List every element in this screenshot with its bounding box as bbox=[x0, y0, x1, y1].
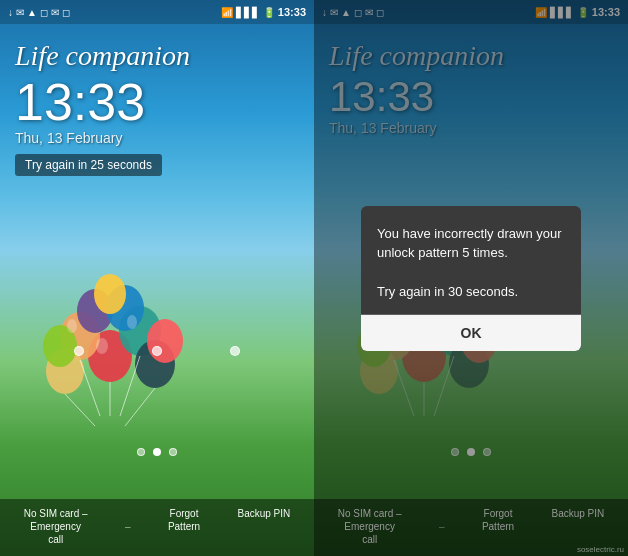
backup-pin-button[interactable]: Backup PIN bbox=[237, 507, 290, 546]
dialog-message-1: You have incorrectly drawn your unlock p… bbox=[377, 224, 565, 263]
phone-screen-2: ↓ ✉ ▲ ◻ ✉ ◻ 📶 ▋▋▋ 🔋 13:33 Life companion… bbox=[314, 0, 628, 556]
wifi-icon: 📶 bbox=[221, 7, 233, 18]
status-icons-right: 📶 ▋▋▋ 🔋 13:33 bbox=[221, 6, 306, 18]
life-companion-1: Life companion bbox=[15, 40, 299, 72]
pattern-dot bbox=[230, 346, 240, 356]
dialog-message-2: Try again in 30 seconds. bbox=[377, 282, 565, 302]
pattern-dot bbox=[152, 346, 162, 356]
svg-line-13 bbox=[65, 394, 95, 426]
alert-icon: ▲ bbox=[27, 7, 37, 18]
divider: – bbox=[125, 521, 131, 532]
forgot-pattern-button[interactable]: Forgot Pattern bbox=[168, 507, 200, 546]
status-time-1: 13:33 bbox=[278, 6, 306, 18]
page-dot bbox=[137, 448, 145, 456]
page-indicators-1 bbox=[0, 448, 314, 456]
status-bar-1: ↓ ✉ ▲ ◻ ✉ ◻ 📶 ▋▋▋ 🔋 13:33 bbox=[0, 0, 314, 24]
dialog-body: You have incorrectly drawn your unlock p… bbox=[361, 206, 581, 314]
date-1: Thu, 13 February bbox=[15, 130, 299, 146]
bottom-actions-1: No SIM card – Emergency call – Forgot Pa… bbox=[0, 499, 314, 556]
svg-point-16 bbox=[67, 319, 77, 333]
msg-icon: ✉ bbox=[51, 7, 59, 18]
email-icon: ✉ bbox=[16, 7, 24, 18]
pattern-dot bbox=[74, 346, 84, 356]
apps2-icon: ◻ bbox=[62, 7, 70, 18]
dialog-overlay: You have incorrectly drawn your unlock p… bbox=[314, 0, 628, 556]
download-icon: ↓ bbox=[8, 7, 13, 18]
signal-icon: ▋▋▋ bbox=[236, 7, 260, 18]
svg-point-17 bbox=[127, 315, 137, 329]
page-dot bbox=[169, 448, 177, 456]
battery-icon: 🔋 bbox=[263, 7, 275, 18]
status-icons-left: ↓ ✉ ▲ ◻ ✉ ◻ bbox=[8, 7, 70, 18]
pattern-dots-1 bbox=[0, 346, 314, 356]
apps-icon: ◻ bbox=[40, 7, 48, 18]
svg-point-9 bbox=[94, 274, 126, 314]
svg-line-14 bbox=[125, 388, 155, 426]
svg-point-8 bbox=[147, 319, 183, 363]
clock-1: 13:33 bbox=[15, 76, 299, 128]
page-dot-active bbox=[153, 448, 161, 456]
lock-content-1: Life companion 13:33 Thu, 13 February Tr… bbox=[0, 30, 314, 186]
phone-screen-1: ↓ ✉ ▲ ◻ ✉ ◻ 📶 ▋▋▋ 🔋 13:33 Life companion… bbox=[0, 0, 314, 556]
no-sim-emergency-button[interactable]: No SIM card – Emergency call bbox=[24, 507, 88, 546]
watermark: soselectric.ru bbox=[577, 545, 624, 554]
try-again-banner: Try again in 25 seconds bbox=[15, 154, 162, 176]
dialog-ok-button[interactable]: OK bbox=[361, 315, 581, 351]
error-dialog: You have incorrectly drawn your unlock p… bbox=[361, 206, 581, 351]
